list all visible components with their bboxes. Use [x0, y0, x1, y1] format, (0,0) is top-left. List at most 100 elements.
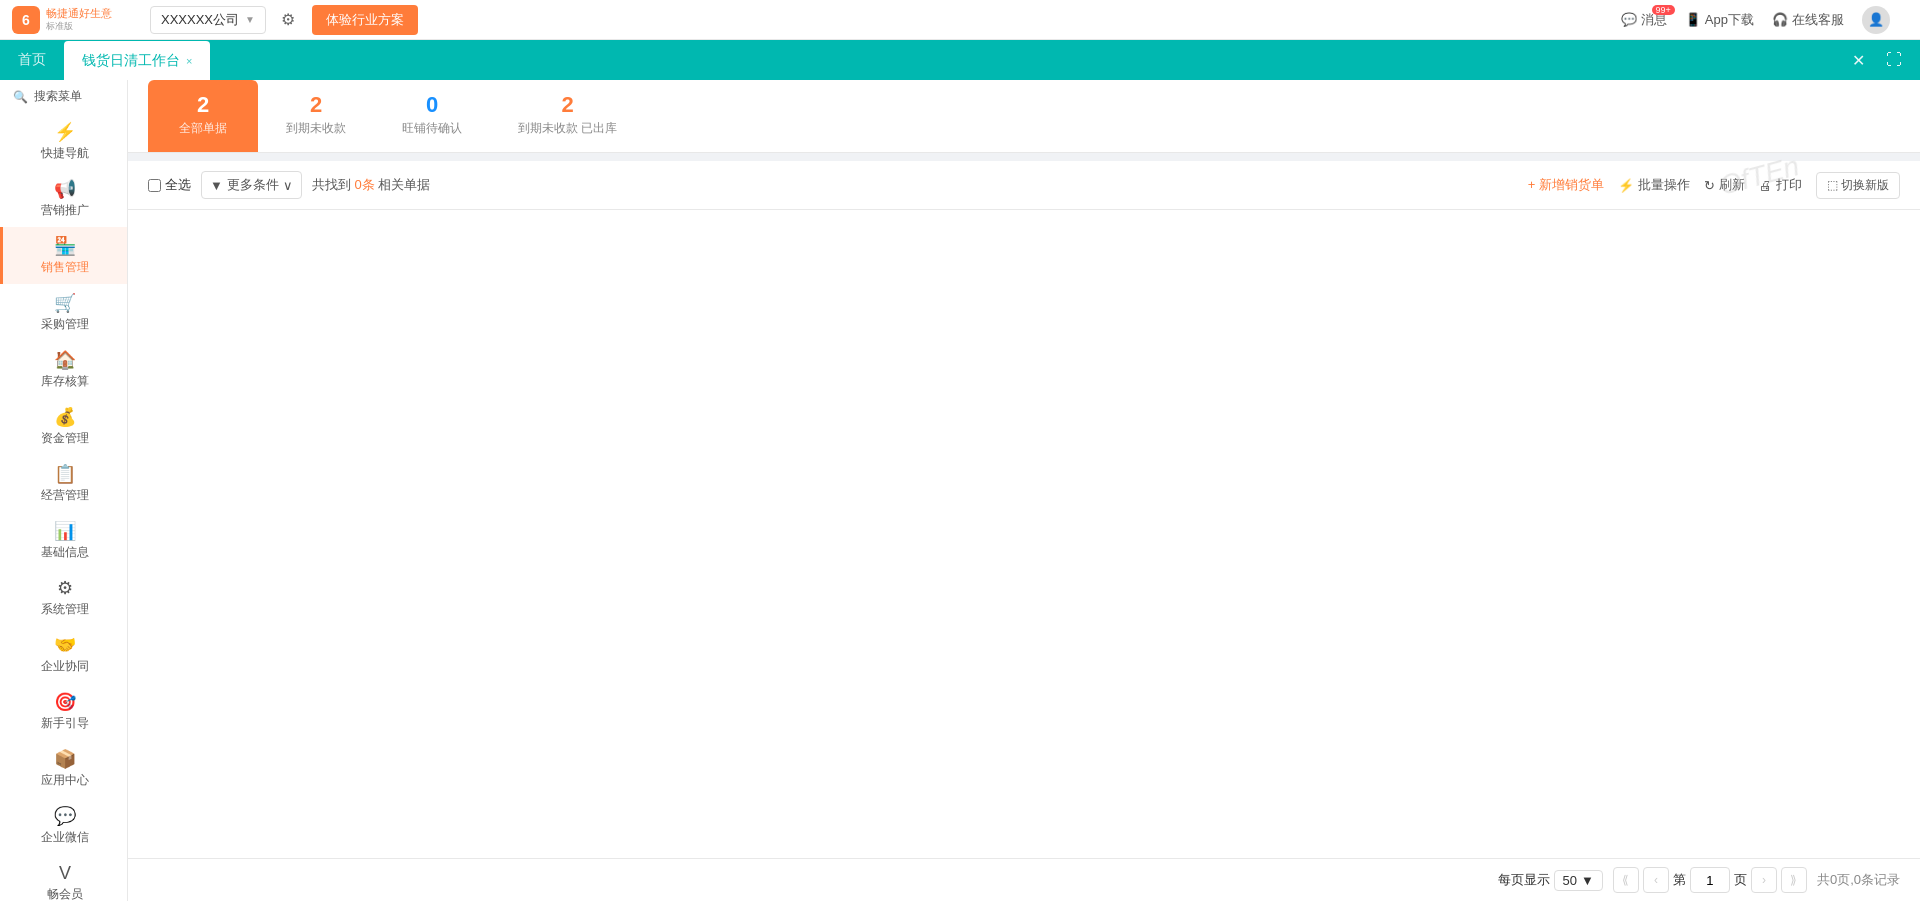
print-label: 打印: [1776, 176, 1802, 194]
logo-text: 畅捷通好生意: [46, 6, 112, 20]
page-input[interactable]: [1690, 867, 1730, 893]
message-icon: 💬: [1621, 12, 1637, 27]
sidebar-item-operations[interactable]: 📋 经营管理: [0, 455, 127, 512]
refresh-label: 刷新: [1719, 176, 1745, 194]
print-btn[interactable]: 🖨 打印: [1759, 176, 1802, 194]
sidebar-item-sales[interactable]: 🏪 销售管理: [0, 227, 127, 284]
refresh-icon: ↻: [1704, 178, 1715, 193]
nav-tabs: 首页 钱货日清工作台 × ✕ ⛶: [0, 40, 1920, 80]
settings-icon[interactable]: ⚙: [274, 6, 302, 34]
search-icon: 🔍: [13, 90, 28, 104]
result-count: 0条: [355, 177, 375, 192]
sidebar-item-weixin[interactable]: 💬 企业微信: [0, 797, 127, 854]
sidebar-item-marketing[interactable]: 📢 营销推广: [0, 170, 127, 227]
stats-tab-overdue[interactable]: 2 到期未收款: [258, 80, 374, 152]
pagination-bar: 每页显示 50 ▼ ⟪ ‹ 第 页 › ⟫ 共0页,0条记录: [128, 858, 1920, 901]
page-navigation: ⟪ ‹ 第 页 › ⟫: [1613, 867, 1807, 893]
prev-page-btn[interactable]: ‹: [1643, 867, 1669, 893]
stats-tabs: 2 全部单据 2 到期未收款 0 旺铺待确认 2 到期未收款 已出库: [128, 80, 1920, 153]
chevron-down-icon: ▼: [1581, 873, 1594, 888]
sidebar-item-quick-nav[interactable]: ⚡ 快捷导航: [0, 113, 127, 170]
gear-icon: ⚙: [57, 579, 73, 597]
sidebar-item-guide[interactable]: 🎯 新手引导: [0, 683, 127, 740]
top-right-actions: 💬 消息 99+ 📱 App下载 🎧 在线客服 👤: [1621, 6, 1908, 34]
top-bar: 6 畅捷通好生意 标准版 XXXXXX公司 ▼ ⚙ 体验行业方案 💬 消息 99…: [0, 0, 1920, 40]
stats-tab-shipped-label: 到期未收款 已出库: [518, 120, 617, 137]
stats-tab-shipped[interactable]: 2 到期未收款 已出库: [490, 80, 645, 152]
page-size-value: 50: [1563, 873, 1577, 888]
table-area: [128, 210, 1920, 858]
tab-home[interactable]: 首页: [0, 40, 64, 80]
sidebar-item-basic-info[interactable]: 📊 基础信息: [0, 512, 127, 569]
page-end-label: 页: [1734, 871, 1747, 889]
sidebar-item-label: 基础信息: [41, 544, 89, 561]
search-menu-label: 搜索菜单: [34, 88, 82, 105]
refresh-btn[interactable]: ↻ 刷新: [1704, 176, 1745, 194]
stats-tab-all-count: 2: [197, 92, 209, 118]
sidebar-item-app-center[interactable]: 📦 应用中心: [0, 740, 127, 797]
logo-icon: 6: [12, 6, 40, 34]
tab-workbench[interactable]: 钱货日清工作台 ×: [64, 41, 210, 81]
company-name: XXXXXX公司: [161, 11, 239, 29]
sidebar-item-finance[interactable]: 💰 资金管理: [0, 398, 127, 455]
tab-workbench-label: 钱货日清工作台: [82, 52, 180, 70]
tab-close-icon[interactable]: ×: [186, 55, 192, 67]
first-page-btn[interactable]: ⟪: [1613, 867, 1639, 893]
sidebar-item-label: 系统管理: [41, 601, 89, 618]
user-icon: 👤: [1868, 12, 1884, 27]
window-close-btn[interactable]: ✕: [1844, 46, 1872, 74]
sidebar-item-label: 快捷导航: [41, 145, 89, 162]
sidebar-item-purchase[interactable]: 🛒 采购管理: [0, 284, 127, 341]
message-btn[interactable]: 💬 消息 99+: [1621, 11, 1667, 29]
tab-home-label: 首页: [18, 51, 46, 69]
select-all-checkbox[interactable]: 全选: [148, 176, 191, 194]
last-page-btn[interactable]: ⟫: [1781, 867, 1807, 893]
stats-tab-shipped-count: 2: [562, 92, 574, 118]
company-selector[interactable]: XXXXXX公司 ▼: [150, 6, 266, 34]
sidebar-item-enterprise[interactable]: 🤝 企业协同: [0, 626, 127, 683]
app-download-btn[interactable]: 📱 App下载: [1685, 11, 1754, 29]
stats-tab-pending[interactable]: 0 旺铺待确认: [374, 80, 490, 152]
online-service-label: 在线客服: [1792, 11, 1844, 29]
sidebar-item-label: 资金管理: [41, 430, 89, 447]
batch-label: 批量操作: [1638, 176, 1690, 194]
select-all-label: 全选: [165, 176, 191, 194]
page-size-label: 每页显示: [1498, 871, 1550, 889]
lightning-icon: ⚡: [54, 123, 76, 141]
page-size-select-box[interactable]: 50 ▼: [1554, 870, 1603, 891]
toolbar: 全选 ▼ 更多条件 ∨ 共找到 0条 相关单据 + 新增销货单 ⚡ 批量操作: [128, 161, 1920, 210]
sidebar-item-inventory[interactable]: 🏠 库存核算: [0, 341, 127, 398]
store-icon: 🏪: [54, 237, 76, 255]
sidebar-item-system[interactable]: ⚙ 系统管理: [0, 569, 127, 626]
switch-label: 切换新版: [1841, 177, 1889, 194]
message-badge: 99+: [1652, 5, 1675, 15]
stats-tab-all[interactable]: 2 全部单据: [148, 80, 258, 152]
filter-label: 更多条件: [227, 176, 279, 194]
main-layout: 🔍 搜索菜单 ⚡ 快捷导航 📢 营销推广 🏪 销售管理 🛒 采购管理 🏠 库存核…: [0, 80, 1920, 901]
cart-icon: 🛒: [54, 294, 76, 312]
search-menu-item[interactable]: 🔍 搜索菜单: [0, 80, 127, 113]
trial-button[interactable]: 体验行业方案: [312, 5, 418, 35]
next-page-btn[interactable]: ›: [1751, 867, 1777, 893]
select-all-input[interactable]: [148, 179, 161, 192]
switch-version-btn[interactable]: ⬚ 切换新版: [1816, 172, 1900, 199]
avatar[interactable]: 👤: [1862, 6, 1890, 34]
add-sales-order-btn[interactable]: + 新增销货单: [1528, 176, 1604, 194]
stats-tab-overdue-count: 2: [310, 92, 322, 118]
nav-right-actions: ✕ ⛶: [1844, 46, 1920, 74]
sidebar-item-member[interactable]: V 畅会员: [0, 854, 127, 901]
more-filter-btn[interactable]: ▼ 更多条件 ∨: [201, 171, 302, 199]
sidebar-item-label: 畅会员: [47, 886, 83, 901]
window-expand-btn[interactable]: ⛶: [1880, 46, 1908, 74]
money-icon: 💰: [54, 408, 76, 426]
total-records-text: 共0页,0条记录: [1817, 871, 1900, 889]
print-icon: 🖨: [1759, 178, 1772, 193]
switch-icon: ⬚: [1827, 178, 1838, 192]
batch-operation-btn[interactable]: ⚡ 批量操作: [1618, 176, 1690, 194]
sidebar-item-label: 应用中心: [41, 772, 89, 789]
online-service-btn[interactable]: 🎧 在线客服: [1772, 11, 1844, 29]
stats-tab-pending-label: 旺铺待确认: [402, 120, 462, 137]
logo-sub: 标准版: [46, 20, 112, 33]
guide-icon: 🎯: [54, 693, 76, 711]
batch-icon: ⚡: [1618, 178, 1634, 193]
